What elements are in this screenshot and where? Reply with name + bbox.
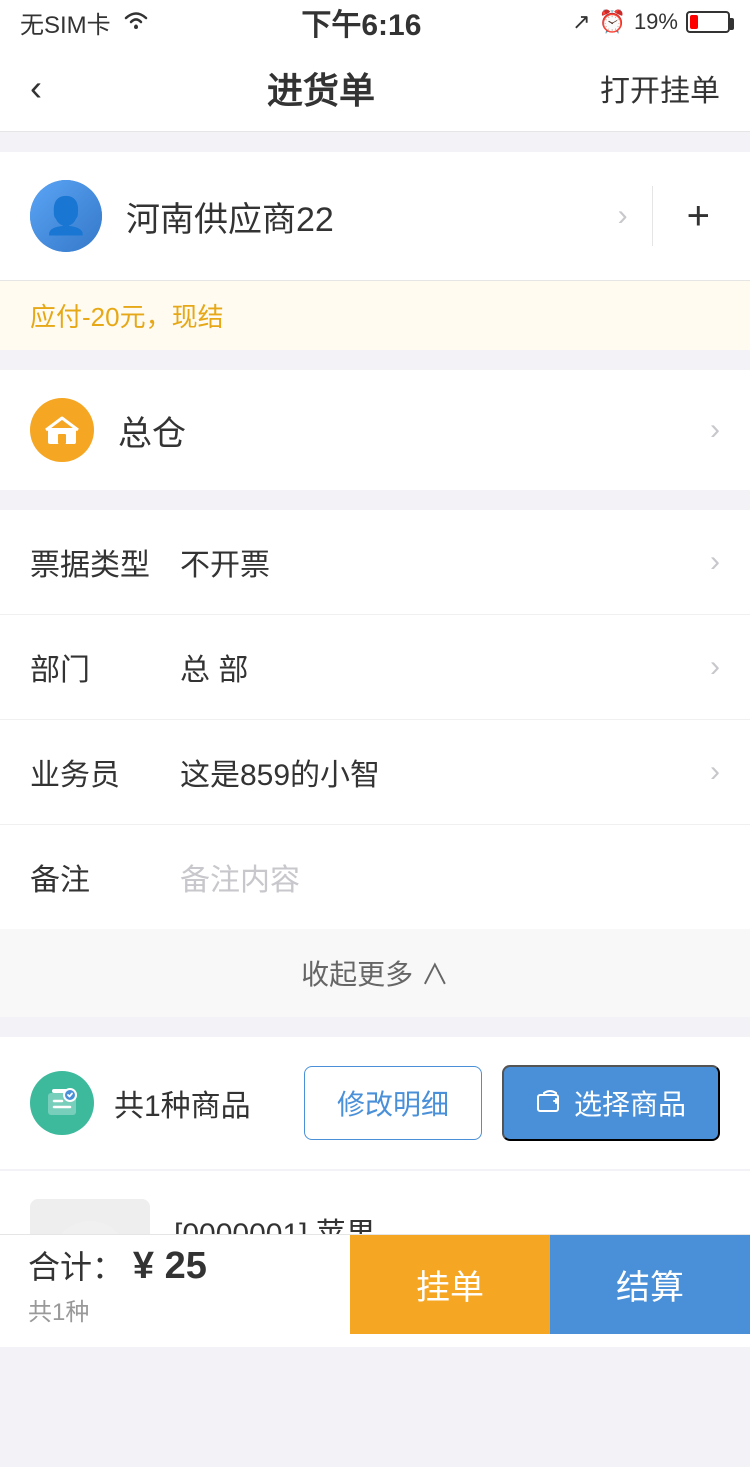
warehouse-icon [30,398,94,462]
bottom-total: 合计： ¥ 25 共1种 [0,1235,350,1334]
department-label: 部门 [30,645,180,689]
supplier-section: 👤 河南供应商22 › + 应付-20元，现结 [0,152,750,350]
supplier-avatar: 👤 [30,180,102,252]
note-label: 备注 [30,855,180,899]
carrier-label: 无SIM卡 [20,5,111,40]
department-value: 总 部 [180,645,710,689]
status-right: ↗ ⏰ 19% [572,9,730,35]
chevron-right-icon: › [618,199,628,233]
battery-icon [686,11,730,33]
bottom-spacer [0,1347,750,1467]
battery-percent: 19% [634,9,678,35]
note-row[interactable]: 备注 备注内容 [0,825,750,929]
product-count-icon [30,1071,94,1135]
warehouse-chevron-icon: › [710,413,720,447]
note-placeholder: 备注内容 [180,855,720,899]
edit-detail-button[interactable]: 修改明细 [304,1066,482,1140]
total-main: 合计： ¥ 25 [28,1242,322,1288]
department-chevron-icon: › [710,650,720,684]
warehouse-label: 总仓 [118,406,710,455]
invoice-type-value: 不开票 [180,540,710,584]
invoice-chevron-icon: › [710,545,720,579]
select-product-label: 选择商品 [574,1083,686,1123]
page-title: 进货单 [267,62,375,114]
product-header: 共1种商品 修改明细 选择商品 [0,1037,750,1169]
salesman-label: 业务员 [30,750,180,794]
invoice-type-row[interactable]: 票据类型 不开票 › [0,510,750,615]
status-left: 无SIM卡 [20,5,151,40]
department-row[interactable]: 部门 总 部 › [0,615,750,720]
salesman-chevron-icon: › [710,755,720,789]
nav-bar: ‹ 进货单 打开挂单 [0,44,750,132]
status-bar: 无SIM卡 下午6:16 ↗ ⏰ 19% [0,0,750,44]
product-count-text: 共1种商品 [114,1081,284,1125]
bottom-bar: 合计： ¥ 25 共1种 挂单 结算 [0,1234,750,1334]
collapse-bar[interactable]: 收起更多 ∧ [0,929,750,1017]
hang-button[interactable]: 挂单 [350,1235,550,1334]
total-amount: ¥ 25 [133,1245,207,1287]
wifi-icon [121,8,151,37]
open-pending-button[interactable]: 打开挂单 [600,66,720,110]
select-product-button[interactable]: 选择商品 [502,1065,720,1141]
divider [652,186,653,246]
status-time: 下午6:16 [301,0,421,44]
notice-bar: 应付-20元，现结 [0,281,750,350]
settle-button[interactable]: 结算 [550,1235,750,1334]
cart-icon [536,1089,564,1117]
collapse-label: 收起更多 ∧ [301,953,449,993]
total-sub: 共1种 [28,1292,322,1327]
warehouse-row[interactable]: 总仓 › [0,370,750,490]
location-icon: ↗ [572,9,590,35]
salesman-row[interactable]: 业务员 这是859的小智 › [0,720,750,825]
add-supplier-button[interactable]: + [677,194,720,239]
avatar-person-icon: 👤 [44,195,89,237]
invoice-type-label: 票据类型 [30,540,180,584]
form-section: 票据类型 不开票 › 部门 总 部 › 业务员 这是859的小智 › 备注 备注… [0,510,750,929]
supplier-name: 河南供应商22 [126,192,618,241]
total-label: 合计： [28,1249,124,1285]
salesman-value: 这是859的小智 [180,750,710,794]
back-button[interactable]: ‹ [30,67,42,109]
supplier-row[interactable]: 👤 河南供应商22 › + [0,152,750,281]
alarm-icon: ⏰ [599,9,626,35]
